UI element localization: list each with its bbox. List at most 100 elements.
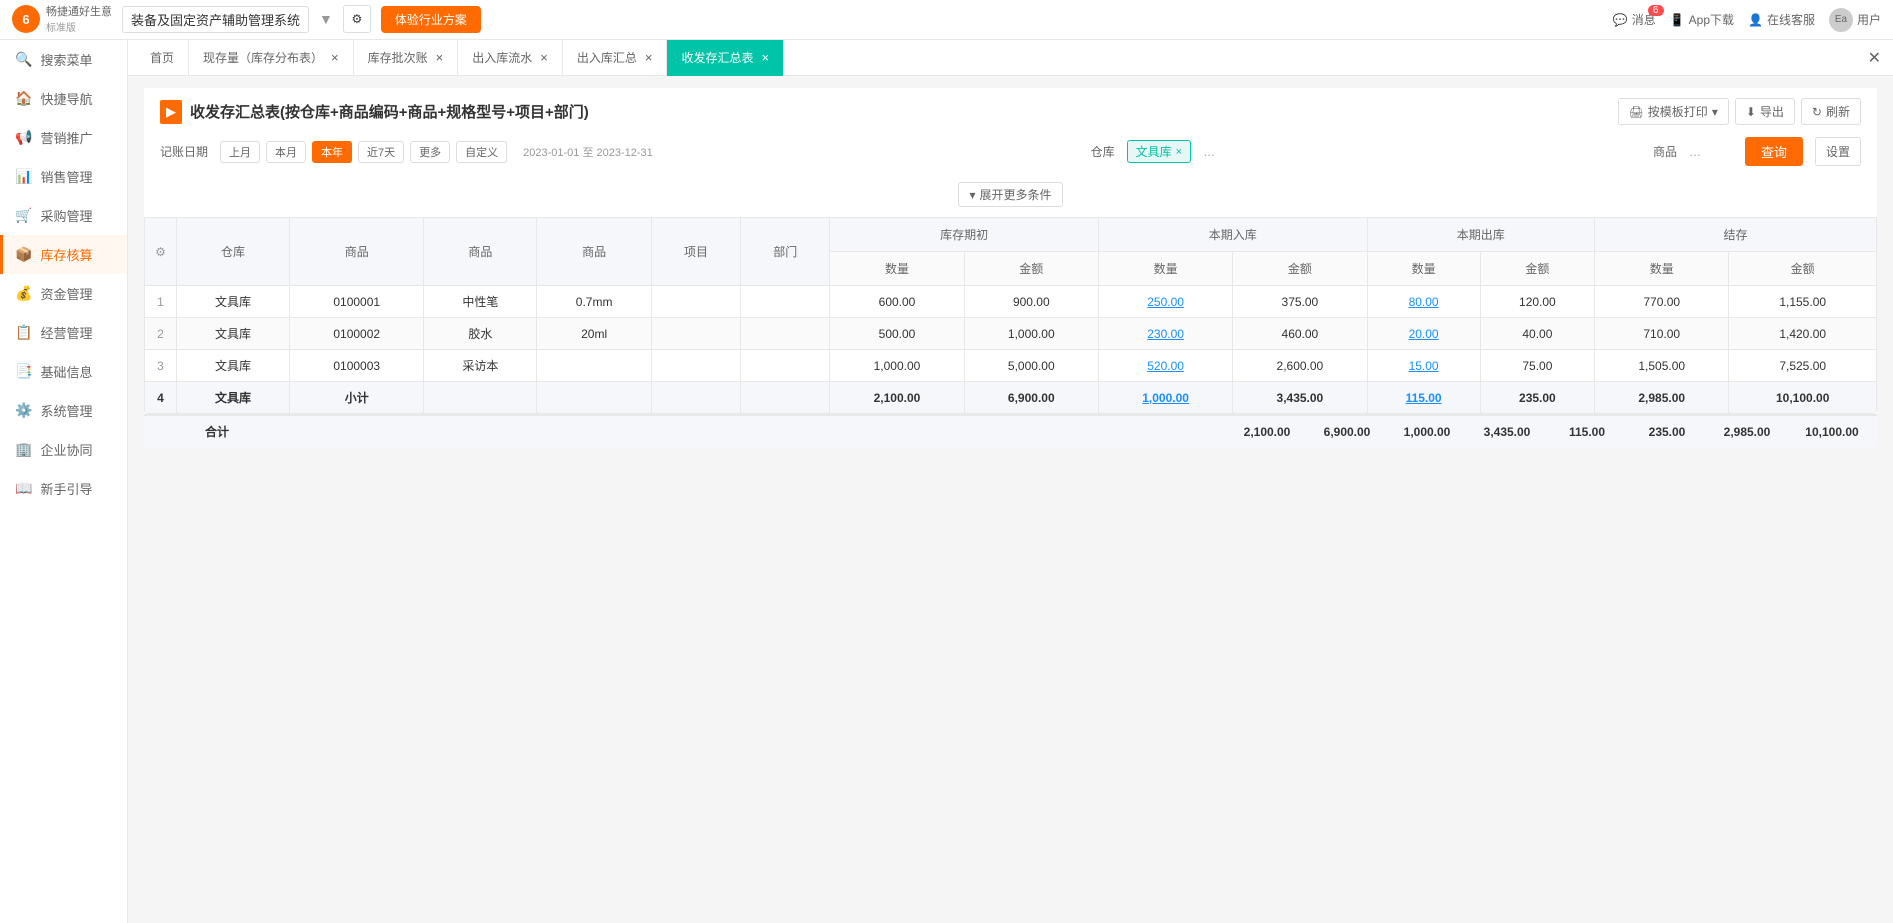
sidebar-item-sales[interactable]: 📊 销售管理 <box>0 157 127 196</box>
print-btn[interactable]: 🖨 按模板打印 ▾ <box>1618 98 1729 125</box>
row-in-qty-3[interactable]: 520.00 <box>1098 350 1232 382</box>
tab-home[interactable]: 首页 <box>136 40 189 76</box>
row-out-qty-2[interactable]: 20.00 <box>1367 318 1480 350</box>
tab-collect-summary-close[interactable]: × <box>761 50 769 65</box>
tab-collect-summary[interactable]: 收发存汇总表 × <box>667 40 784 76</box>
search-icon: 🔍 <box>15 51 32 68</box>
row-in-qty-1[interactable]: 250.00 <box>1098 286 1232 318</box>
export-btn[interactable]: ⬇ 导出 <box>1735 98 1795 125</box>
goods-more-options[interactable]: … <box>1689 145 1701 159</box>
sidebar-item-marketing[interactable]: 📢 营销推广 <box>0 118 127 157</box>
app-download-btn[interactable]: 📱 App下载 <box>1670 11 1734 28</box>
row-spec-3 <box>537 350 651 382</box>
subtotal-in-qty[interactable]: 1,000.00 <box>1098 382 1232 414</box>
tab-bar: 首页 现存量（库存分布表） × 库存批次账 × 出入库流水 × <box>128 40 1893 76</box>
row-dept-2 <box>741 318 830 350</box>
system-title-dropdown[interactable]: ▼ <box>319 11 333 27</box>
settings-icon[interactable]: ⚙ <box>343 5 371 33</box>
tab-inout-flow[interactable]: 出入库流水 × <box>458 40 563 76</box>
total-bal-qty: 2,985.00 <box>1707 425 1787 439</box>
online-service-btn[interactable]: 👤 在线客服 <box>1748 11 1815 28</box>
col-in-amt-header: 金额 <box>1233 252 1367 286</box>
finance-icon: 💰 <box>15 285 32 302</box>
row-out-qty-3[interactable]: 15.00 <box>1367 350 1480 382</box>
sidebar-item-quick[interactable]: 🏠 快捷导航 <box>0 79 127 118</box>
warehouse-tag-close[interactable]: × <box>1176 146 1182 158</box>
table-row: 1 文具库 0100001 中性笔 0.7mm 600.00 900.00 <box>145 286 1877 318</box>
service-label: 在线客服 <box>1767 11 1815 28</box>
tab-batch-close[interactable]: × <box>436 50 444 65</box>
row-name-3: 采访本 <box>424 350 537 382</box>
date-btn-more[interactable]: 更多 <box>410 141 450 163</box>
sidebar-label-marketing: 营销推广 <box>40 128 92 147</box>
tab-collect-summary-label: 收发存汇总表 <box>681 49 753 66</box>
sidebar-item-system[interactable]: ⚙️ 系统管理 <box>0 391 127 430</box>
sidebar-item-finance[interactable]: 💰 资金管理 <box>0 274 127 313</box>
tab-stock-dist-close[interactable]: × <box>331 50 339 65</box>
tab-stock-dist-label: 现存量（库存分布表） <box>203 49 323 66</box>
basic-icon: 📑 <box>15 363 32 380</box>
top-icons: 💬 消息 6 📱 App下载 👤 在线客服 Ea 用户 <box>1613 8 1881 32</box>
row-in-amt-3: 2,600.00 <box>1233 350 1367 382</box>
top-bar: 6 畅捷通好生意 标准版 装备及固定资产辅助管理系统 ▼ ⚙ 体验行业方案 💬 … <box>0 0 1893 40</box>
tab-inout-summary-label: 出入库汇总 <box>577 49 637 66</box>
tab-inout-summary[interactable]: 出入库汇总 × <box>563 40 668 76</box>
sidebar-label-purchase: 采购管理 <box>40 206 92 225</box>
date-btn-7days[interactable]: 近7天 <box>358 141 404 163</box>
user-label: 用户 <box>1857 11 1881 28</box>
tab-stock-dist[interactable]: 现存量（库存分布表） × <box>189 40 354 76</box>
row-name-1: 中性笔 <box>424 286 537 318</box>
col-out-qty-header: 数量 <box>1367 252 1480 286</box>
top-bar-left: 6 畅捷通好生意 标准版 装备及固定资产辅助管理系统 ▼ ⚙ 体验行业方案 <box>12 5 481 34</box>
row-in-amt-1: 375.00 <box>1233 286 1367 318</box>
tab-inout-flow-close[interactable]: × <box>540 50 548 65</box>
tab-inout-summary-close[interactable]: × <box>645 50 653 65</box>
col-settings-icon[interactable]: ⚙ <box>155 245 166 259</box>
subtotal-out-qty[interactable]: 115.00 <box>1367 382 1480 414</box>
row-warehouse-3: 文具库 <box>177 350 290 382</box>
date-btn-custom[interactable]: 自定义 <box>456 141 507 163</box>
sidebar-item-guide[interactable]: 📖 新手引导 <box>0 469 127 508</box>
warehouse-more-options[interactable]: … <box>1203 145 1215 159</box>
date-btn-last-month[interactable]: 上月 <box>220 141 260 163</box>
total-in-qty: 1,000.00 <box>1387 425 1467 439</box>
user-btn[interactable]: Ea 用户 <box>1829 8 1881 32</box>
row-bal-qty-2: 710.00 <box>1595 318 1729 350</box>
row-init-amt-3: 5,000.00 <box>964 350 1098 382</box>
date-btn-this-year[interactable]: 本年 <box>312 141 352 163</box>
row-name-2: 胶水 <box>424 318 537 350</box>
message-icon-btn[interactable]: 💬 消息 6 <box>1613 11 1656 28</box>
row-out-qty-1[interactable]: 80.00 <box>1367 286 1480 318</box>
tab-batch[interactable]: 库存批次账 × <box>354 40 459 76</box>
total-label: 合计 <box>177 423 257 440</box>
filter-section: 记账日期 上月 本月 本年 近7天 更多 自定义 2023-01-01 至 20… <box>144 131 1877 172</box>
tab-bar-global-close[interactable]: ✕ <box>1856 48 1893 68</box>
trial-btn[interactable]: 体验行业方案 <box>381 6 481 33</box>
row-in-qty-2[interactable]: 230.00 <box>1098 318 1232 350</box>
page-header-row: ▶ 收发存汇总表(按仓库+商品编码+商品+规格型号+项目+部门) 🖨 按模板打印… <box>144 88 1877 131</box>
col-dept-header: 部门 <box>741 218 830 286</box>
sidebar-item-purchase[interactable]: 🛒 采购管理 <box>0 196 127 235</box>
refresh-icon: ↻ <box>1812 105 1822 119</box>
expand-btn[interactable]: ▾ 展开更多条件 <box>958 182 1062 207</box>
logo-sub: 标准版 <box>46 19 112 34</box>
expand-row: ▾ 展开更多条件 <box>144 172 1877 217</box>
row-code-1: 0100001 <box>290 286 424 318</box>
logo-icon: 6 <box>12 5 40 33</box>
row-spec-2: 20ml <box>537 318 651 350</box>
sidebar-item-operation[interactable]: 📋 经营管理 <box>0 313 127 352</box>
date-btn-this-month[interactable]: 本月 <box>266 141 306 163</box>
sidebar-item-enterprise[interactable]: 🏢 企业协同 <box>0 430 127 469</box>
sidebar-item-inventory[interactable]: 📦 库存核算 <box>0 235 127 274</box>
row-out-amt-1: 120.00 <box>1480 286 1594 318</box>
col-init-header: 库存期初 <box>830 218 1099 252</box>
sidebar-item-search[interactable]: 🔍 搜索菜单 <box>0 40 127 79</box>
refresh-btn[interactable]: ↻ 刷新 <box>1801 98 1861 125</box>
query-btn[interactable]: 查询 <box>1745 137 1803 166</box>
row-dept-3 <box>741 350 830 382</box>
sidebar-item-basic[interactable]: 📑 基础信息 <box>0 352 127 391</box>
guide-icon: 📖 <box>15 480 32 497</box>
collapse-btn[interactable]: ▶ <box>160 100 182 124</box>
page-settings-btn[interactable]: 设置 <box>1815 137 1861 166</box>
total-out-amt: 235.00 <box>1627 425 1707 439</box>
